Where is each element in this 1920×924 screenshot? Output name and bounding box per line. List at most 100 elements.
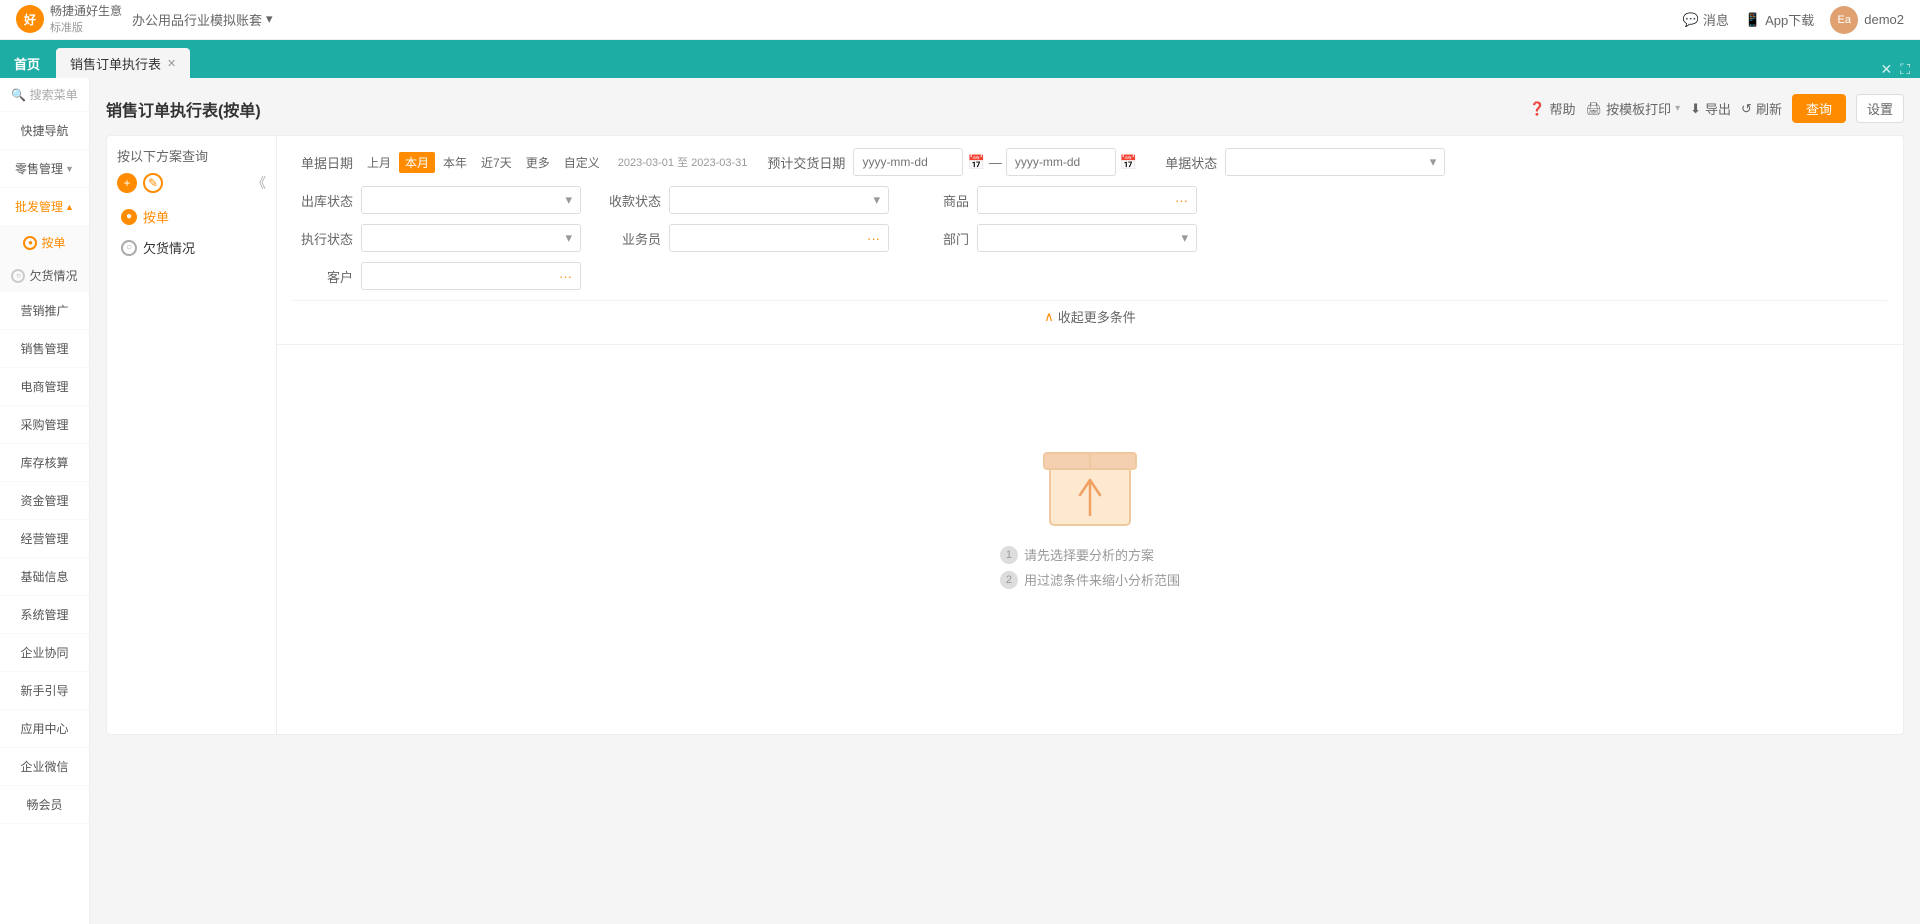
sidebar-item-business[interactable]: 经营管理 xyxy=(0,520,89,558)
tab-close-icon[interactable]: ✕ xyxy=(167,57,176,70)
hint1-num: 1 xyxy=(1000,546,1018,564)
tab-order-table[interactable]: 销售订单执行表 ✕ xyxy=(56,48,190,78)
order-dot-icon: ● xyxy=(28,238,33,247)
export-icon: ⬇ xyxy=(1690,101,1701,117)
tab-home[interactable]: 首页 xyxy=(0,48,54,78)
calendar-icon-start[interactable]: 📅 xyxy=(967,154,984,171)
settings-label: 设置 xyxy=(1867,99,1893,118)
export-label: 导出 xyxy=(1705,99,1731,118)
breadcrumb-dropdown-icon[interactable]: ▾ xyxy=(266,11,273,27)
date-tab-lastmonth[interactable]: 上月 xyxy=(361,152,397,173)
goods-more-icon[interactable]: ··· xyxy=(1175,193,1188,208)
payment-status-select[interactable]: ▾ xyxy=(669,186,889,214)
calendar-icon-end[interactable]: 📅 xyxy=(1120,154,1137,171)
print-btn[interactable]: 🖨 按模板打印 ▾ xyxy=(1586,99,1681,118)
close-window-icon[interactable]: ✕ xyxy=(1880,61,1892,78)
sidebar-item-member[interactable]: 畅会员 xyxy=(0,786,89,824)
expand-window-icon[interactable]: ⛶ xyxy=(1900,61,1910,78)
date-tab-thismonth[interactable]: 本月 xyxy=(399,152,435,173)
scheme-item-debt[interactable]: ○ 欠货情况 xyxy=(117,232,266,263)
order-dot: ● xyxy=(23,236,37,250)
customer-select[interactable]: ··· xyxy=(361,262,581,290)
main-content: 销售订单执行表(按单) ❓ 帮助 🖨 按模板打印 ▾ ⬇ 导出 ↺ 刷新 查询 xyxy=(90,78,1920,924)
salesperson-select[interactable]: ··· xyxy=(669,224,889,252)
date-tab-custom[interactable]: 自定义 xyxy=(558,152,606,173)
sidebar-item-enterprise[interactable]: 企业协同 xyxy=(0,634,89,672)
message-icon: 💬 xyxy=(1683,12,1699,28)
query-label: 查询 xyxy=(1806,99,1832,118)
empty-svg xyxy=(1030,425,1150,535)
goods-label: 商品 xyxy=(909,191,969,210)
payment-arrow: ▾ xyxy=(873,192,880,208)
sidebar-item-system[interactable]: 系统管理 xyxy=(0,596,89,634)
submenu-item-order[interactable]: ● 按单 xyxy=(0,226,89,259)
top-bar: 好 畅捷通好生意 标准版 办公用品行业模拟账套 ▾ 💬 消息 📱 App下载 E… xyxy=(0,0,1920,40)
scheme-panel: 按以下方案查询 + ✎ 《 ● 按单 ○ 欠货情况 xyxy=(107,136,277,734)
sidebar-item-retail[interactable]: 零售管理 ▼ xyxy=(0,150,89,188)
app-icon: 📱 xyxy=(1745,12,1761,28)
date-tab-thisyear[interactable]: 本年 xyxy=(437,152,473,173)
sidebar-item-wholesale[interactable]: 批发管理 ▲ xyxy=(0,188,89,226)
help-btn[interactable]: ❓ 帮助 xyxy=(1529,99,1575,118)
sidebar-item-sales[interactable]: 销售管理 xyxy=(0,330,89,368)
sidebar-item-finance[interactable]: 资金管理 xyxy=(0,482,89,520)
help-icon: ❓ xyxy=(1529,101,1545,117)
submenu-order-label: 按单 xyxy=(41,234,65,251)
delivery-status-group: 出库状态 ▾ xyxy=(293,186,581,214)
exec-status-select[interactable]: ▾ xyxy=(361,224,581,252)
app-download-btn[interactable]: 📱 App下载 xyxy=(1745,10,1814,29)
expected-date-start[interactable] xyxy=(853,148,963,176)
refresh-btn[interactable]: ↺ 刷新 xyxy=(1741,99,1782,118)
customer-more[interactable]: ··· xyxy=(559,269,572,284)
sidebar-item-quicknav[interactable]: 快捷导航 xyxy=(0,112,89,150)
sidebar-item-marketing[interactable]: 营销推广 xyxy=(0,292,89,330)
scheme-collapse-btn[interactable]: 《 xyxy=(252,173,266,193)
sidebar-search[interactable]: 🔍 搜索菜单 xyxy=(0,78,89,112)
sidebar-item-appstore[interactable]: 应用中心 xyxy=(0,710,89,748)
export-btn[interactable]: ⬇ 导出 xyxy=(1690,99,1731,118)
user-menu-btn[interactable]: Ea demo2 xyxy=(1830,6,1904,34)
sidebar-item-basic[interactable]: 基础信息 xyxy=(0,558,89,596)
purchase-label: 采购管理 xyxy=(20,418,68,432)
date-tab-more[interactable]: 更多 xyxy=(520,152,556,173)
date-tab-7days[interactable]: 近7天 xyxy=(475,152,518,173)
sidebar-item-inventory[interactable]: 库存核算 xyxy=(0,444,89,482)
filter-row-2: 出库状态 ▾ 收款状态 ▾ 商品 xyxy=(293,186,1887,214)
message-btn[interactable]: 💬 消息 xyxy=(1683,10,1729,29)
expected-date-end[interactable] xyxy=(1006,148,1116,176)
sidebar-item-ecommerce[interactable]: 电商管理 xyxy=(0,368,89,406)
collapse-more-btn[interactable]: ∧ 收起更多条件 xyxy=(293,300,1887,332)
query-btn[interactable]: 查询 xyxy=(1792,94,1846,123)
dept-select[interactable]: ▾ xyxy=(977,224,1197,252)
hint2-text: 用过滤条件来缩小分析范围 xyxy=(1024,570,1180,589)
scheme-edit-btn[interactable]: ✎ xyxy=(143,173,163,193)
sidebar-item-wechat[interactable]: 企业微信 xyxy=(0,748,89,786)
scheme-item-order[interactable]: ● 按单 xyxy=(117,201,266,232)
inventory-label: 库存核算 xyxy=(20,456,68,470)
date-filter-group: 单据日期 上月 本月 本年 近7天 xyxy=(293,152,747,173)
sidebar-item-purchase[interactable]: 采购管理 xyxy=(0,406,89,444)
doc-status-arrow: ▾ xyxy=(1430,154,1437,170)
scheme-add-btn[interactable]: + xyxy=(117,173,137,193)
settings-btn[interactable]: 设置 xyxy=(1856,94,1904,123)
wechat-label: 企业微信 xyxy=(20,760,68,774)
goods-select[interactable]: ··· xyxy=(977,186,1197,214)
hint-2: 2 用过滤条件来缩小分析范围 xyxy=(1000,570,1180,589)
sidebar: 🔍 搜索菜单 快捷导航 零售管理 ▼ 批发管理 ▲ ● 按单 ○ 欠货情况 营销… xyxy=(0,78,90,924)
filter-area: 单据日期 上月 本月 本年 近7天 xyxy=(277,136,1903,345)
delivery-status-select[interactable]: ▾ xyxy=(361,186,581,214)
filter-row-3: 执行状态 ▾ 业务员 ··· 部门 xyxy=(293,224,1887,252)
sidebar-item-newbie[interactable]: 新手引导 xyxy=(0,672,89,710)
user-label: demo2 xyxy=(1864,12,1904,27)
retail-label: 零售管理 xyxy=(15,160,63,177)
submenu-item-debt[interactable]: ○ 欠货情况 xyxy=(0,259,89,292)
top-bar-right: 💬 消息 📱 App下载 Ea demo2 xyxy=(1683,6,1904,34)
hint1-text: 请先选择要分析的方案 xyxy=(1024,545,1154,564)
salesperson-more[interactable]: ··· xyxy=(867,231,880,246)
logo-text: 畅捷通好生意 xyxy=(50,4,122,18)
add-icon: + xyxy=(123,176,130,190)
print-dropdown-icon[interactable]: ▾ xyxy=(1675,103,1680,114)
doc-status-select[interactable]: ▾ xyxy=(1225,148,1445,176)
debt-dot-icon: ○ xyxy=(16,271,21,280)
expected-date-group: 预计交货日期 📅 — 📅 xyxy=(767,148,1137,176)
